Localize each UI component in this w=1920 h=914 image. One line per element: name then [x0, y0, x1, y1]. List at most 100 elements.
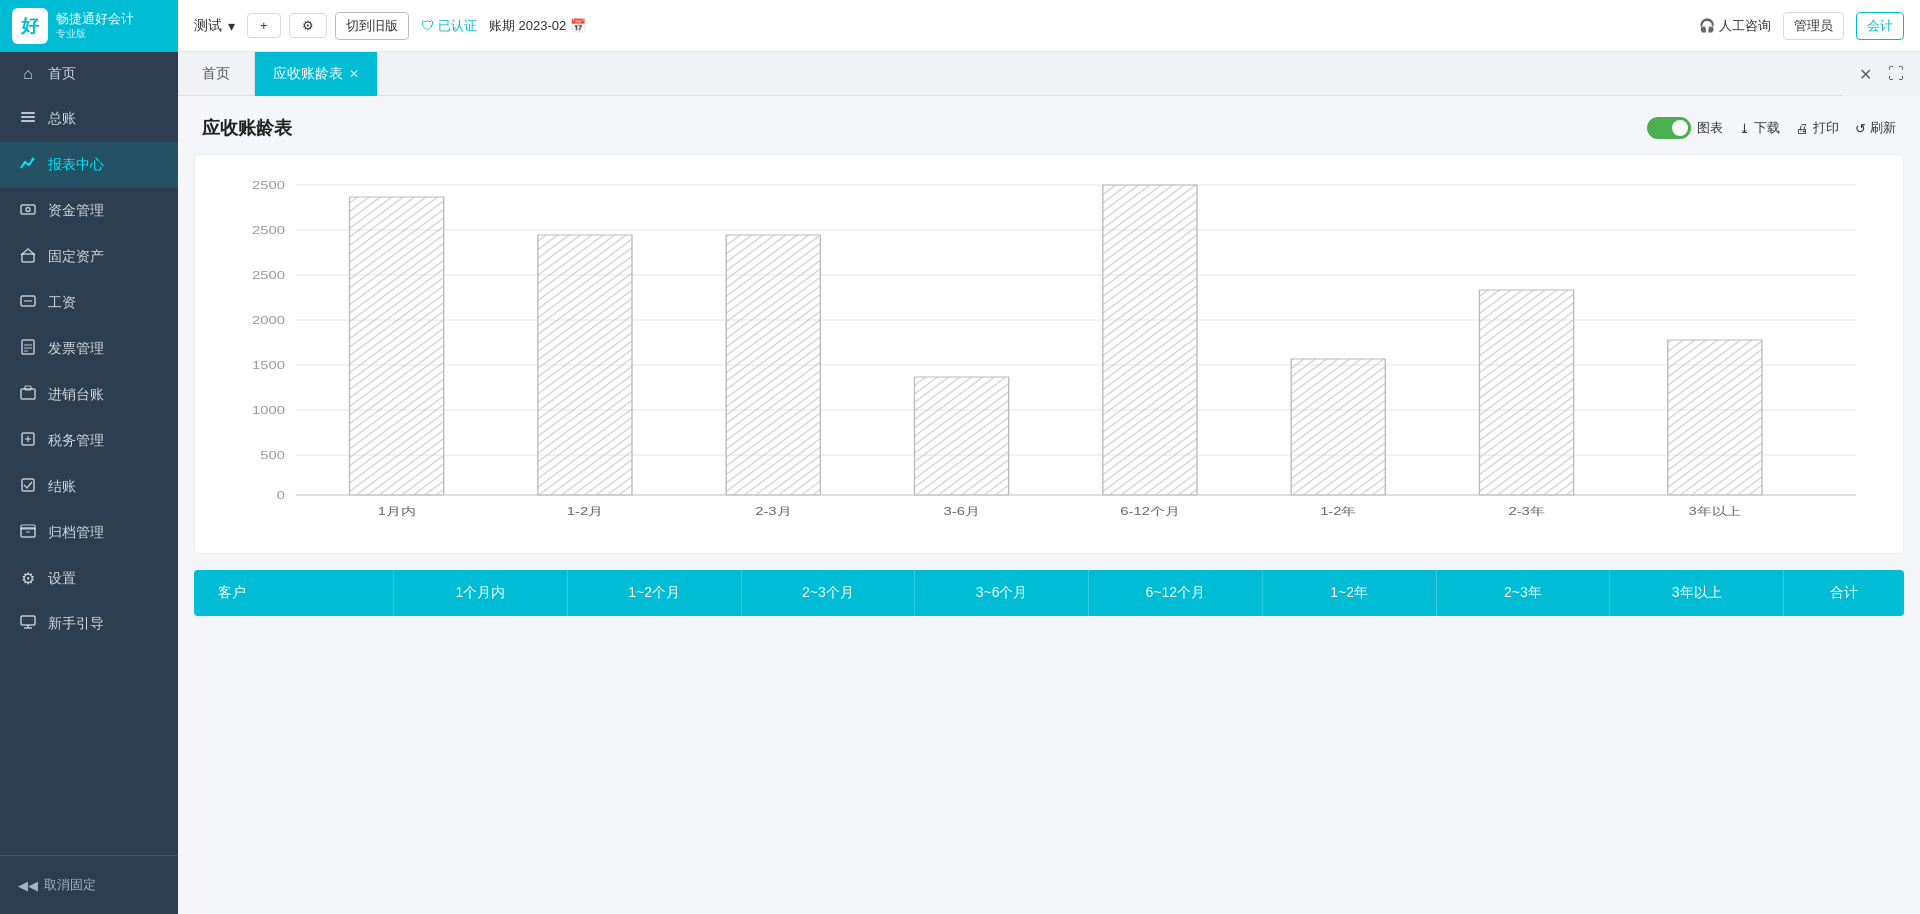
ledger-icon: [18, 109, 38, 129]
page-actions: 图表 ⤓ 下载 🖨 打印 ↺ 刷新: [1647, 117, 1896, 139]
chart-toggle[interactable]: [1647, 117, 1691, 139]
user-button[interactable]: 管理员: [1783, 12, 1844, 40]
project-name: 测试: [194, 17, 222, 35]
topbar: 测试 ▾ + ⚙ 切到旧版 🛡 已认证 账期 2023-02 📅 🎧 人工咨询 …: [178, 0, 1920, 52]
print-label: 打印: [1813, 119, 1839, 137]
table-container: 客户 1个月内 1~2个月 2~3个月 3~6个月 6~12个月 1~2年 2~…: [194, 570, 1904, 616]
sidebar-item-sales[interactable]: 进销台账: [0, 372, 178, 418]
refresh-icon: ↺: [1855, 121, 1866, 136]
svg-rect-2: [21, 120, 35, 122]
bar-6-12个月: [1103, 185, 1197, 495]
download-label: 下载: [1754, 119, 1780, 137]
sidebar-item-label: 首页: [48, 65, 76, 83]
tab-close-window-button[interactable]: ✕: [1855, 61, 1876, 88]
table-col-2-3y: 2~3年: [1437, 570, 1611, 616]
table-col-1m: 1个月内: [394, 570, 568, 616]
content-area: 应收账龄表 图表 ⤓ 下载 🖨 打印 ↺ 刷新: [178, 96, 1920, 914]
sidebar-item-settings[interactable]: ⚙ 设置: [0, 556, 178, 601]
consult-button[interactable]: 🎧 人工咨询: [1699, 17, 1771, 35]
tabbar-right: ✕ ⛶: [1843, 52, 1920, 96]
role-button[interactable]: 会计: [1856, 12, 1904, 40]
sidebar-item-label: 归档管理: [48, 524, 104, 542]
assets-icon: [18, 247, 38, 267]
table-col-3-6m: 3~6个月: [915, 570, 1089, 616]
bar-1-2年: [1291, 359, 1385, 495]
bar-3-6月: [914, 377, 1008, 495]
tab-close-icon[interactable]: ✕: [349, 67, 359, 81]
svg-text:500: 500: [260, 449, 285, 462]
invoice-icon: [18, 339, 38, 359]
app-logo-icon: 好: [12, 8, 48, 44]
download-icon: ⤓: [1739, 121, 1750, 136]
certified-status: 🛡 已认证: [421, 17, 477, 35]
sidebar-item-reports[interactable]: 报表中心: [0, 142, 178, 188]
switch-old-button[interactable]: 切到旧版: [335, 12, 409, 40]
page-title: 应收账龄表: [202, 116, 292, 140]
svg-rect-0: [21, 112, 35, 114]
svg-text:2-3年: 2-3年: [1508, 505, 1544, 518]
tab-expand-button[interactable]: ⛶: [1884, 61, 1908, 87]
sidebar-item-guide[interactable]: 新手引导: [0, 601, 178, 647]
tabbar: 首页 应收账龄表 ✕ ✕ ⛶: [178, 52, 1920, 96]
chart-toggle-wrap: 图表: [1647, 117, 1723, 139]
chart-container: 2500 2500 2500 2000 1500 1000 500 0: [194, 154, 1904, 554]
cancel-fixed-label: 取消固定: [44, 876, 96, 894]
refresh-label: 刷新: [1870, 119, 1896, 137]
sidebar-item-label: 设置: [48, 570, 76, 588]
sales-icon: [18, 385, 38, 405]
tab-home[interactable]: 首页: [178, 52, 255, 96]
sidebar-item-label: 新手引导: [48, 615, 104, 633]
svg-text:2500: 2500: [252, 224, 285, 237]
headset-icon: 🎧: [1699, 18, 1715, 33]
sidebar-scroll: ⌂ 首页 总账 报表中心: [0, 52, 178, 855]
sidebar: 好 畅捷通好会计 专业版 ⌂ 首页 总账: [0, 0, 178, 914]
app-edition: 专业版: [56, 27, 134, 41]
bar-3年以上: [1668, 340, 1762, 495]
svg-rect-6: [22, 254, 34, 262]
sidebar-item-label: 税务管理: [48, 432, 104, 450]
dropdown-icon: ▾: [228, 18, 235, 34]
table-col-total: 合计: [1784, 570, 1904, 616]
sidebar-item-label: 资金管理: [48, 202, 104, 220]
tab-receivable-aging[interactable]: 应收账龄表 ✕: [255, 52, 378, 96]
project-selector[interactable]: 测试 ▾: [194, 17, 235, 35]
refresh-button[interactable]: ↺ 刷新: [1855, 119, 1896, 137]
sidebar-item-label: 总账: [48, 110, 76, 128]
sidebar-item-assets[interactable]: 固定资产: [0, 234, 178, 280]
svg-rect-9: [22, 340, 34, 354]
svg-rect-20: [21, 525, 35, 529]
svg-rect-1: [21, 116, 35, 118]
sidebar-item-home[interactable]: ⌂ 首页: [0, 52, 178, 96]
table-header: 客户 1个月内 1~2个月 2~3个月 3~6个月 6~12个月 1~2年 2~…: [194, 570, 1904, 616]
sidebar-item-archive[interactable]: 归档管理: [0, 510, 178, 556]
download-button[interactable]: ⤓ 下载: [1739, 119, 1780, 137]
table-col-customer: 客户: [194, 570, 394, 616]
sidebar-item-ledger[interactable]: 总账: [0, 96, 178, 142]
svg-text:3-6月: 3-6月: [944, 505, 980, 518]
svg-text:2000: 2000: [252, 314, 285, 327]
pin-icon: ◀◀: [18, 878, 38, 893]
sidebar-logo: 好 畅捷通好会计 专业版: [0, 0, 178, 52]
svg-text:1-2年: 1-2年: [1320, 505, 1356, 518]
add-button[interactable]: +: [247, 13, 281, 38]
sidebar-item-label: 报表中心: [48, 156, 104, 174]
sidebar-item-close[interactable]: 结账: [0, 464, 178, 510]
svg-text:2-3月: 2-3月: [755, 505, 791, 518]
settings-button[interactable]: ⚙: [289, 13, 327, 38]
bar-2-3年: [1479, 290, 1573, 495]
cancel-fixed-button[interactable]: ◀◀ 取消固定: [0, 866, 178, 904]
table-col-1-2y: 1~2年: [1263, 570, 1437, 616]
svg-rect-22: [21, 616, 35, 625]
sidebar-item-invoice[interactable]: 发票管理: [0, 326, 178, 372]
topbar-actions: + ⚙ 切到旧版: [247, 12, 409, 40]
close-account-icon: [18, 477, 38, 497]
sidebar-item-tax[interactable]: 税务管理: [0, 418, 178, 464]
period-selector[interactable]: 账期 2023-02 📅: [489, 17, 587, 35]
sidebar-item-salary[interactable]: 工资: [0, 280, 178, 326]
svg-text:0: 0: [277, 489, 285, 502]
bar-1月内: [350, 197, 444, 495]
svg-text:6-12个月: 6-12个月: [1120, 505, 1179, 518]
print-button[interactable]: 🖨 打印: [1796, 119, 1839, 137]
print-icon: 🖨: [1796, 121, 1809, 136]
sidebar-item-funds[interactable]: 资金管理: [0, 188, 178, 234]
